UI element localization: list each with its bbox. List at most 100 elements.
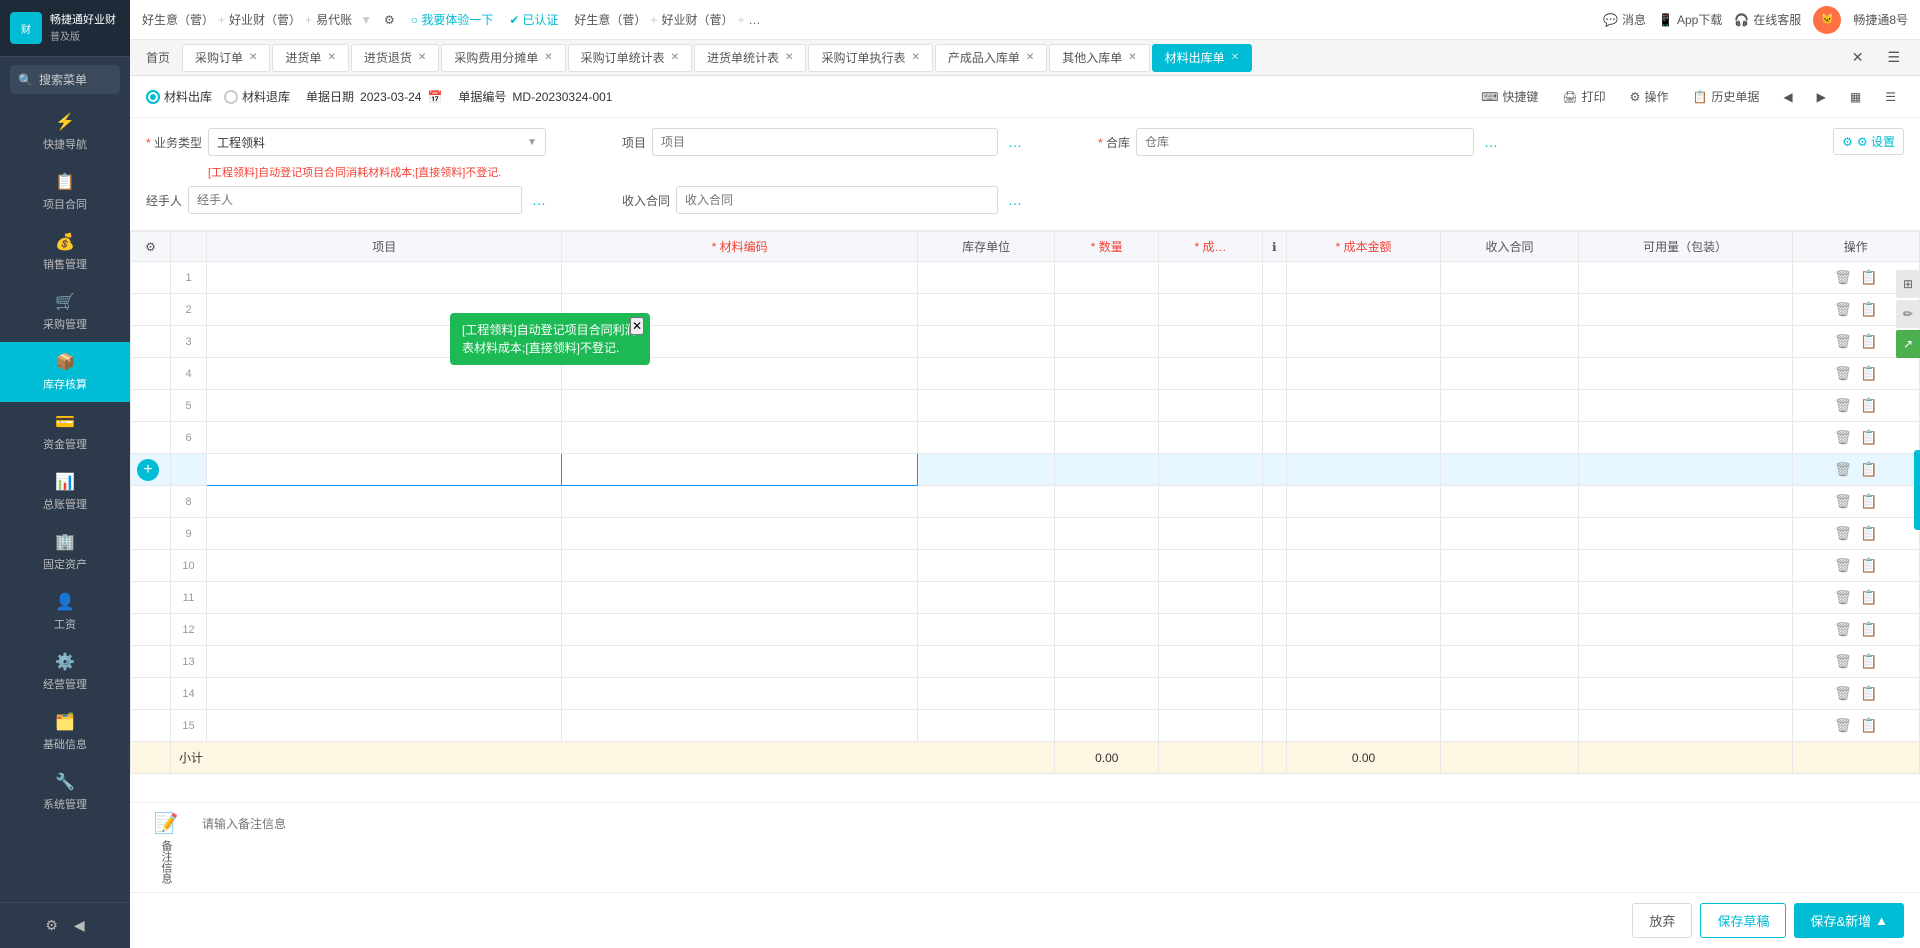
tab-close-all-button[interactable]: ✕ (1844, 45, 1872, 70)
right-panel-btn-3[interactable]: ↗ (1896, 330, 1920, 358)
tab-close-goods-return[interactable]: ✕ (418, 52, 426, 63)
message-action[interactable]: 💬 消息 (1603, 11, 1646, 28)
copy-row-14-button[interactable]: 📋 (1858, 683, 1879, 704)
copy-row-5-button[interactable]: 📋 (1858, 395, 1879, 416)
sidebar-item-assets[interactable]: 🏢 固定资产 (0, 522, 130, 582)
delete-row-6-button[interactable]: 🗑 (1832, 427, 1854, 448)
topbar-link-4[interactable]: 好生意（菅） (574, 11, 646, 28)
handler-input[interactable] (188, 186, 522, 214)
copy-row-11-button[interactable]: 📋 (1858, 587, 1879, 608)
row-available-2[interactable] (1578, 294, 1792, 326)
row-contract-2[interactable] (1441, 294, 1579, 326)
calendar-icon[interactable]: 📅 (427, 90, 442, 104)
sidebar-item-payroll[interactable]: 👤 工资 (0, 582, 130, 642)
row-unit-1[interactable] (917, 262, 1055, 294)
topbar-link-3[interactable]: 易代账 (316, 11, 352, 28)
sidebar-item-project[interactable]: 📋 项目合同 (0, 162, 130, 222)
copy-row-6-button[interactable]: 📋 (1858, 427, 1879, 448)
user-avatar[interactable]: 🐱 (1813, 6, 1841, 34)
shortcut-key-button[interactable]: ⌨ 快捷键 (1473, 84, 1546, 109)
copy-row-3-button[interactable]: 📋 (1858, 331, 1879, 352)
row-contract-1[interactable] (1441, 262, 1579, 294)
history-button[interactable]: 📋 历史单据 (1684, 84, 1767, 109)
copy-row-10-button[interactable]: 📋 (1858, 555, 1879, 576)
date-value[interactable]: 2023-03-24 (360, 90, 421, 104)
row-material-1[interactable] (562, 262, 917, 294)
save-new-button[interactable]: 保存&新增 ▲ (1794, 903, 1904, 938)
delete-row-15-button[interactable]: 🗑 (1832, 715, 1854, 736)
collapse-button[interactable]: ◀ (70, 913, 89, 938)
copy-row-2-button[interactable]: 📋 (1858, 299, 1879, 320)
row-cost-2[interactable] (1159, 294, 1263, 326)
prev-button[interactable]: ◀ (1775, 86, 1800, 108)
delete-row-8-button[interactable]: 🗑 (1832, 491, 1854, 512)
copy-row-8-button[interactable]: 📋 (1858, 491, 1879, 512)
sidebar-item-operations[interactable]: ⚙️ 经营管理 (0, 642, 130, 702)
copy-row-4-button[interactable]: 📋 (1858, 363, 1879, 384)
sidebar-item-shortcut[interactable]: ⚡ 快捷导航 (0, 102, 130, 162)
settings-bottom-button[interactable]: ⚙ (41, 913, 62, 938)
business-type-select[interactable]: 工程领料 ▼ (208, 128, 546, 156)
radio-material-return[interactable]: 材料退库 (224, 88, 290, 105)
radio-material-out[interactable]: 材料出库 (146, 88, 212, 105)
copy-row-12-button[interactable]: 📋 (1858, 619, 1879, 640)
settings-button[interactable]: ⚙ ⚙ 设置 (1833, 128, 1904, 155)
delete-row-1-button[interactable]: 🗑 (1832, 267, 1854, 288)
tab-material-out[interactable]: 材料出库单 ✕ (1152, 44, 1252, 72)
tab-purchase-expense[interactable]: 采购费用分摊单 ✕ (441, 44, 565, 72)
project-more-icon[interactable]: … (1008, 134, 1022, 150)
sidebar-item-inventory[interactable]: 📦 库存核算 (0, 342, 130, 402)
add-row-button[interactable]: + (137, 459, 159, 481)
tab-other-receipt[interactable]: 其他入库单 ✕ (1049, 44, 1149, 72)
tooltip-close-button[interactable]: ✕ (630, 317, 644, 335)
delete-row-3-button[interactable]: 🗑 (1832, 331, 1854, 352)
table-gear-icon[interactable]: ⚙ (145, 240, 156, 254)
delete-row-2-button[interactable]: 🗑 (1832, 299, 1854, 320)
delete-row-9-button[interactable]: 🗑 (1832, 523, 1854, 544)
topbar-link-2[interactable]: 好业财（菅） (229, 11, 301, 28)
topbar-link-6[interactable]: … (748, 13, 760, 27)
sidebar-item-sales[interactable]: 💰 销售管理 (0, 222, 130, 282)
delete-row-12-button[interactable]: 🗑 (1832, 619, 1854, 640)
row-amount-1[interactable] (1286, 262, 1440, 294)
operate-button[interactable]: ⚙ 操作 (1622, 84, 1677, 109)
row-cost-1[interactable] (1159, 262, 1263, 294)
right-panel-btn-1[interactable]: ⊞ (1896, 270, 1920, 298)
save-draft-button[interactable]: 保存草稿 (1700, 903, 1786, 938)
next-button[interactable]: ▶ (1809, 86, 1834, 108)
tab-close-goods-stat[interactable]: ✕ (785, 52, 793, 63)
input-material-7[interactable] (568, 463, 910, 477)
tab-close-purchase-expense[interactable]: ✕ (544, 52, 552, 63)
tab-goods-return[interactable]: 进货退货 ✕ (351, 44, 439, 72)
topbar-trial-link[interactable]: ○ 我要体验一下 (411, 11, 494, 28)
row-available-1[interactable] (1578, 262, 1792, 294)
row-project-1[interactable] (207, 262, 562, 294)
search-menu-button[interactable]: 🔍 搜索菜单 (10, 65, 120, 94)
sidebar-item-capital[interactable]: 💳 资金管理 (0, 402, 130, 462)
input-project-7[interactable] (213, 463, 555, 477)
right-panel-btn-2[interactable]: ✏ (1896, 300, 1920, 328)
topbar-link-5[interactable]: 好业财（菅） (661, 11, 733, 28)
copy-row-7-button[interactable]: 📋 (1858, 459, 1879, 480)
copy-row-1-button[interactable]: 📋 (1858, 267, 1879, 288)
tab-close-material-out[interactable]: ✕ (1231, 52, 1239, 63)
online-support-action[interactable]: 🎧 在线客服 (1734, 11, 1801, 28)
print-button[interactable]: 🖨 打印 (1554, 84, 1613, 109)
tab-purchase-stat[interactable]: 采购订单统计表 ✕ (568, 44, 692, 72)
delete-row-10-button[interactable]: 🗑 (1832, 555, 1854, 576)
tab-purchase-order[interactable]: 采购订单 ✕ (182, 44, 270, 72)
notes-input[interactable] (198, 811, 1904, 851)
row-amount-2[interactable] (1286, 294, 1440, 326)
sidebar-item-basic[interactable]: 🗂️ 基础信息 (0, 702, 130, 762)
income-contract-input[interactable] (676, 186, 998, 214)
sidebar-item-purchase[interactable]: 🛒 采购管理 (0, 282, 130, 342)
tab-menu-button[interactable]: ☰ (1879, 45, 1908, 70)
copy-row-9-button[interactable]: 📋 (1858, 523, 1879, 544)
delete-row-7-button[interactable]: 🗑 (1832, 459, 1854, 480)
table-wrapper[interactable]: ⚙ 项目 * 材料编码 库存单位 * 数量 * 成… ℹ * 成本金额 (130, 231, 1920, 802)
tab-close-finished-goods[interactable]: ✕ (1026, 52, 1034, 63)
username-label[interactable]: 畅捷通8号 (1853, 11, 1908, 28)
delete-row-11-button[interactable]: 🗑 (1832, 587, 1854, 608)
row-qty-1[interactable] (1055, 262, 1159, 294)
app-download-action[interactable]: 📱 App下载 (1658, 11, 1722, 28)
